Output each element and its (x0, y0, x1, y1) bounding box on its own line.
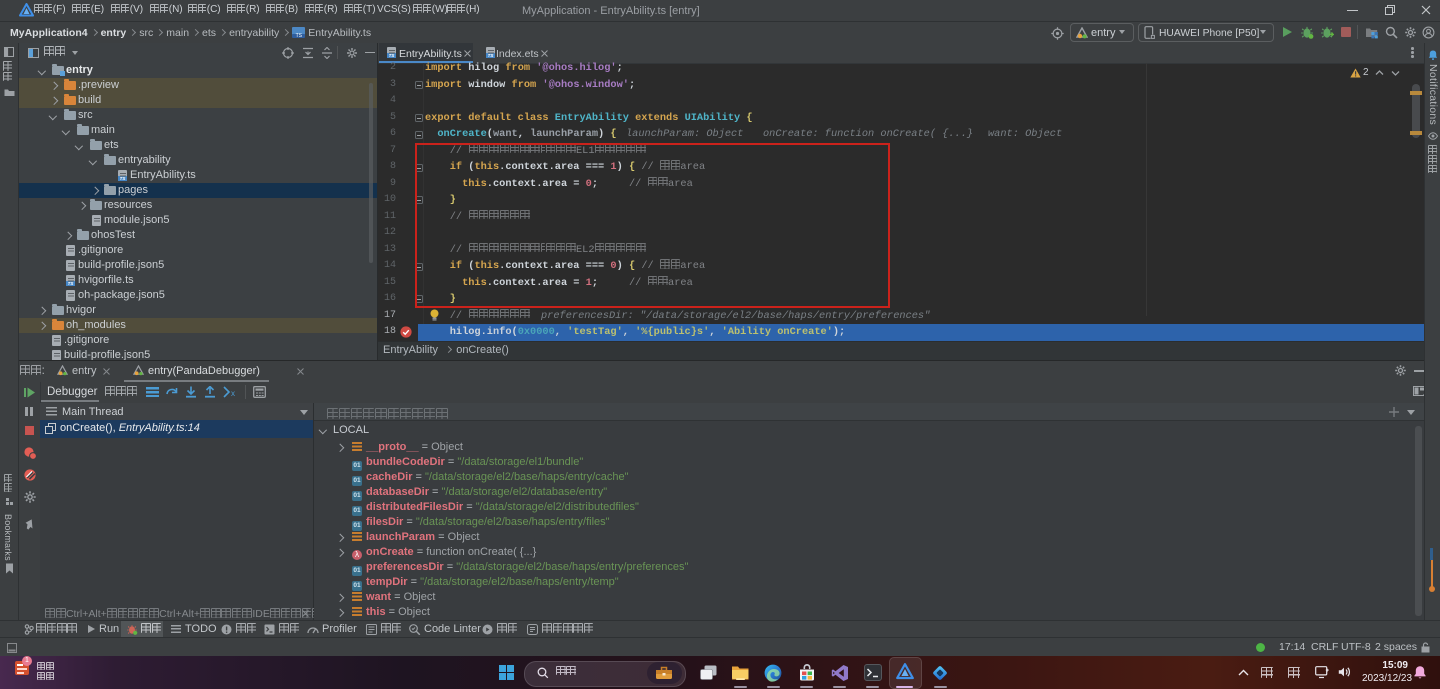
svg-text:x: x (231, 389, 235, 398)
